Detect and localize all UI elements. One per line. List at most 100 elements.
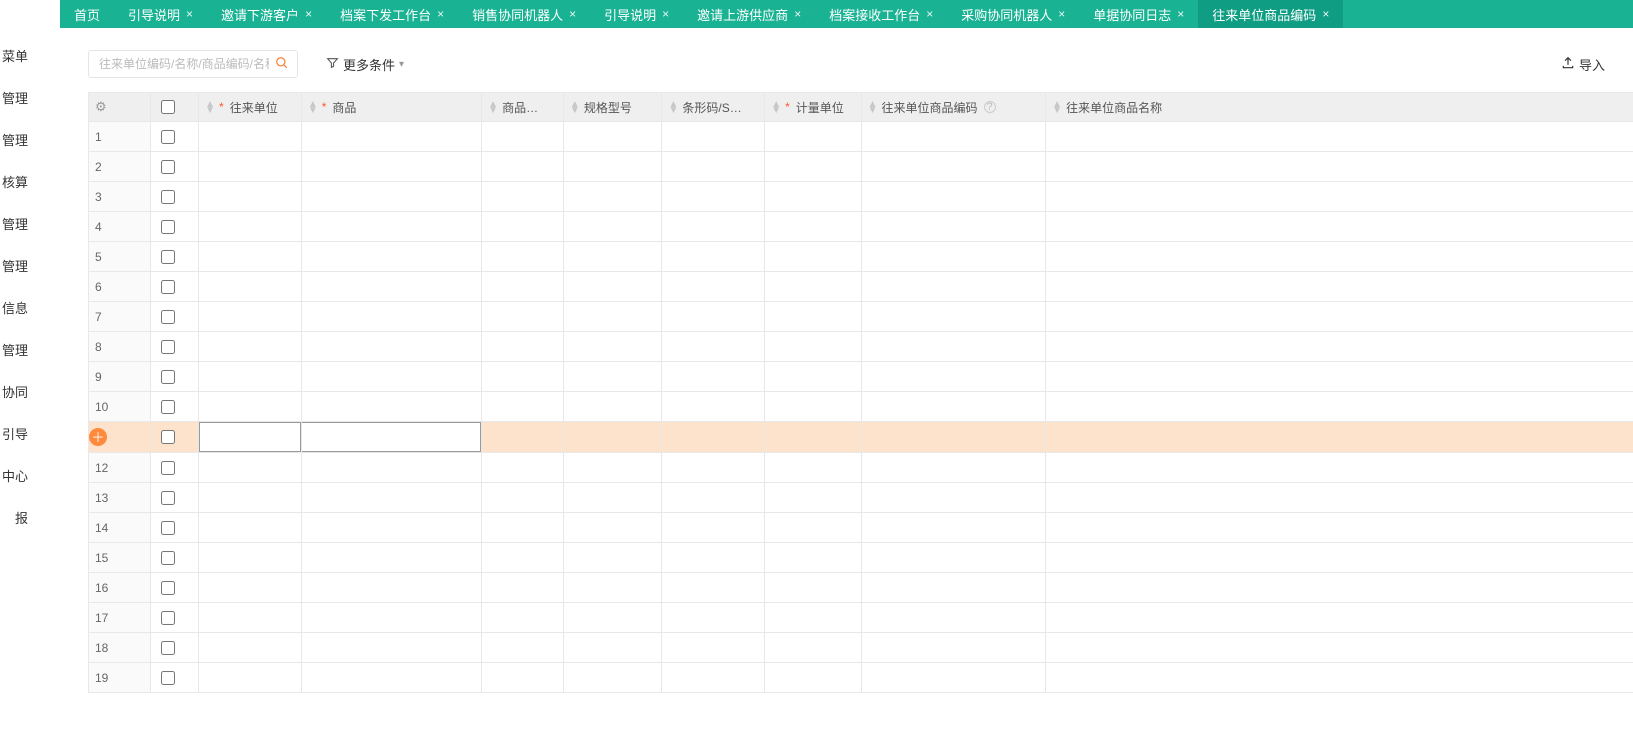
sort-icon[interactable]: ▲▼ — [1052, 101, 1062, 113]
table-row[interactable]: 3 — [88, 182, 1633, 212]
row-checkbox[interactable] — [161, 430, 175, 444]
row-checkbox[interactable] — [161, 190, 175, 204]
add-row-button[interactable]: ＋ — [89, 428, 107, 446]
sort-icon[interactable]: ▲▼ — [308, 101, 318, 113]
close-icon[interactable]: × — [186, 7, 193, 21]
cell-unit[interactable] — [199, 422, 302, 453]
close-icon[interactable]: × — [926, 7, 933, 21]
close-icon[interactable]: × — [662, 7, 669, 21]
table-row[interactable]: 19 — [88, 663, 1633, 693]
search-input-wrap[interactable] — [88, 50, 298, 78]
gear-icon[interactable]: ⚙ — [95, 99, 107, 114]
cell-input-prod[interactable] — [302, 422, 481, 452]
col-ucode[interactable]: ▲▼往来单位商品编码? — [862, 92, 1047, 122]
col-uname[interactable]: ▲▼往来单位商品名称 — [1046, 92, 1633, 122]
sidebar-item-10[interactable]: 中心 — [0, 456, 32, 498]
row-checkbox[interactable] — [161, 551, 175, 565]
row-checkbox[interactable] — [161, 130, 175, 144]
table-row[interactable]: ＋ — [88, 422, 1633, 453]
row-checkbox[interactable] — [161, 491, 175, 505]
table-row[interactable]: 17 — [88, 603, 1633, 633]
tab-2[interactable]: 邀请下游客户× — [207, 0, 326, 28]
row-checkbox[interactable] — [161, 310, 175, 324]
sidebar-item-4[interactable]: 管理 — [0, 204, 32, 246]
sidebar-item-0[interactable]: 菜单 — [0, 36, 32, 78]
col-spec[interactable]: ▲▼规格型号 — [564, 92, 663, 122]
table-row[interactable]: 1 — [88, 122, 1633, 152]
row-checkbox[interactable] — [161, 250, 175, 264]
sort-icon[interactable]: ▲▼ — [205, 101, 215, 113]
close-icon[interactable]: × — [305, 7, 312, 21]
sort-icon[interactable]: ▲▼ — [868, 101, 878, 113]
table-row[interactable]: 4 — [88, 212, 1633, 242]
table-row[interactable]: 2 — [88, 152, 1633, 182]
tab-6[interactable]: 邀请上游供应商× — [683, 0, 815, 28]
col-bar[interactable]: ▲▼条形码/S… — [662, 92, 765, 122]
help-icon[interactable]: ? — [984, 101, 996, 113]
table-row[interactable]: 12 — [88, 453, 1633, 483]
search-icon[interactable] — [275, 56, 289, 73]
cell-bar[interactable] — [662, 422, 765, 453]
cell-pclass[interactable] — [482, 422, 564, 453]
sidebar-item-3[interactable]: 核算 — [0, 162, 32, 204]
table-row[interactable]: 13 — [88, 483, 1633, 513]
table-row[interactable]: 7 — [88, 302, 1633, 332]
close-icon[interactable]: × — [437, 7, 444, 21]
tab-7[interactable]: 档案接收工作台× — [815, 0, 947, 28]
sort-icon[interactable]: ▲▼ — [771, 101, 781, 113]
close-icon[interactable]: × — [794, 7, 801, 21]
cell-uname[interactable] — [1046, 422, 1633, 453]
col-meas[interactable]: ▲▼*计量单位 — [765, 92, 861, 122]
cell-ucode[interactable] — [862, 422, 1047, 453]
cell-meas[interactable] — [765, 422, 861, 453]
tab-8[interactable]: 采购协同机器人× — [947, 0, 1079, 28]
table-row[interactable]: 18 — [88, 633, 1633, 663]
row-checkbox[interactable] — [161, 220, 175, 234]
close-icon[interactable]: × — [1322, 7, 1329, 21]
table-row[interactable]: 5 — [88, 242, 1633, 272]
row-checkbox[interactable] — [161, 340, 175, 354]
sidebar-item-6[interactable]: 信息 — [0, 288, 32, 330]
col-prod[interactable]: ▲▼*商品 — [302, 92, 482, 122]
row-checkbox[interactable] — [161, 641, 175, 655]
row-checkbox[interactable] — [161, 581, 175, 595]
sidebar-item-2[interactable]: 管理 — [0, 120, 32, 162]
table-row[interactable]: 16 — [88, 573, 1633, 603]
sidebar-item-1[interactable]: 管理 — [0, 78, 32, 120]
search-input[interactable] — [97, 56, 271, 72]
close-icon[interactable]: × — [1058, 7, 1065, 21]
tab-10[interactable]: 往来单位商品编码× — [1198, 0, 1343, 28]
sidebar-item-7[interactable]: 管理 — [0, 330, 32, 372]
sort-icon[interactable]: ▲▼ — [488, 101, 498, 113]
table-row[interactable]: 9 — [88, 362, 1633, 392]
row-checkbox[interactable] — [161, 671, 175, 685]
row-checkbox[interactable] — [161, 461, 175, 475]
row-checkbox[interactable] — [161, 611, 175, 625]
table-row[interactable]: 14 — [88, 513, 1633, 543]
tab-4[interactable]: 销售协同机器人× — [458, 0, 590, 28]
row-checkbox[interactable] — [161, 370, 175, 384]
table-row[interactable]: 6 — [88, 272, 1633, 302]
col-unit[interactable]: ▲▼*往来单位 — [199, 92, 302, 122]
select-all-checkbox[interactable] — [161, 100, 175, 114]
table-row[interactable]: 10 — [88, 392, 1633, 422]
close-icon[interactable]: × — [569, 7, 576, 21]
tab-9[interactable]: 单据协同日志× — [1079, 0, 1198, 28]
tab-5[interactable]: 引导说明× — [590, 0, 683, 28]
tab-0[interactable]: 首页 — [60, 0, 114, 28]
sort-icon[interactable]: ▲▼ — [570, 101, 580, 113]
row-checkbox[interactable] — [161, 160, 175, 174]
sort-icon[interactable]: ▲▼ — [668, 101, 678, 113]
cell-input-unit[interactable] — [199, 422, 301, 452]
table-row[interactable]: 8 — [88, 332, 1633, 362]
row-checkbox[interactable] — [161, 521, 175, 535]
col-pclass[interactable]: ▲▼商品… — [482, 92, 564, 122]
export-button[interactable]: 导入 — [1561, 55, 1605, 74]
row-checkbox[interactable] — [161, 280, 175, 294]
sidebar-item-5[interactable]: 管理 — [0, 246, 32, 288]
table-row[interactable]: 15 — [88, 543, 1633, 573]
close-icon[interactable]: × — [1177, 7, 1184, 21]
sidebar-item-11[interactable]: 报 — [0, 498, 32, 540]
sidebar-item-8[interactable]: 协同 — [0, 372, 32, 414]
sidebar-item-9[interactable]: 引导 — [0, 414, 32, 456]
